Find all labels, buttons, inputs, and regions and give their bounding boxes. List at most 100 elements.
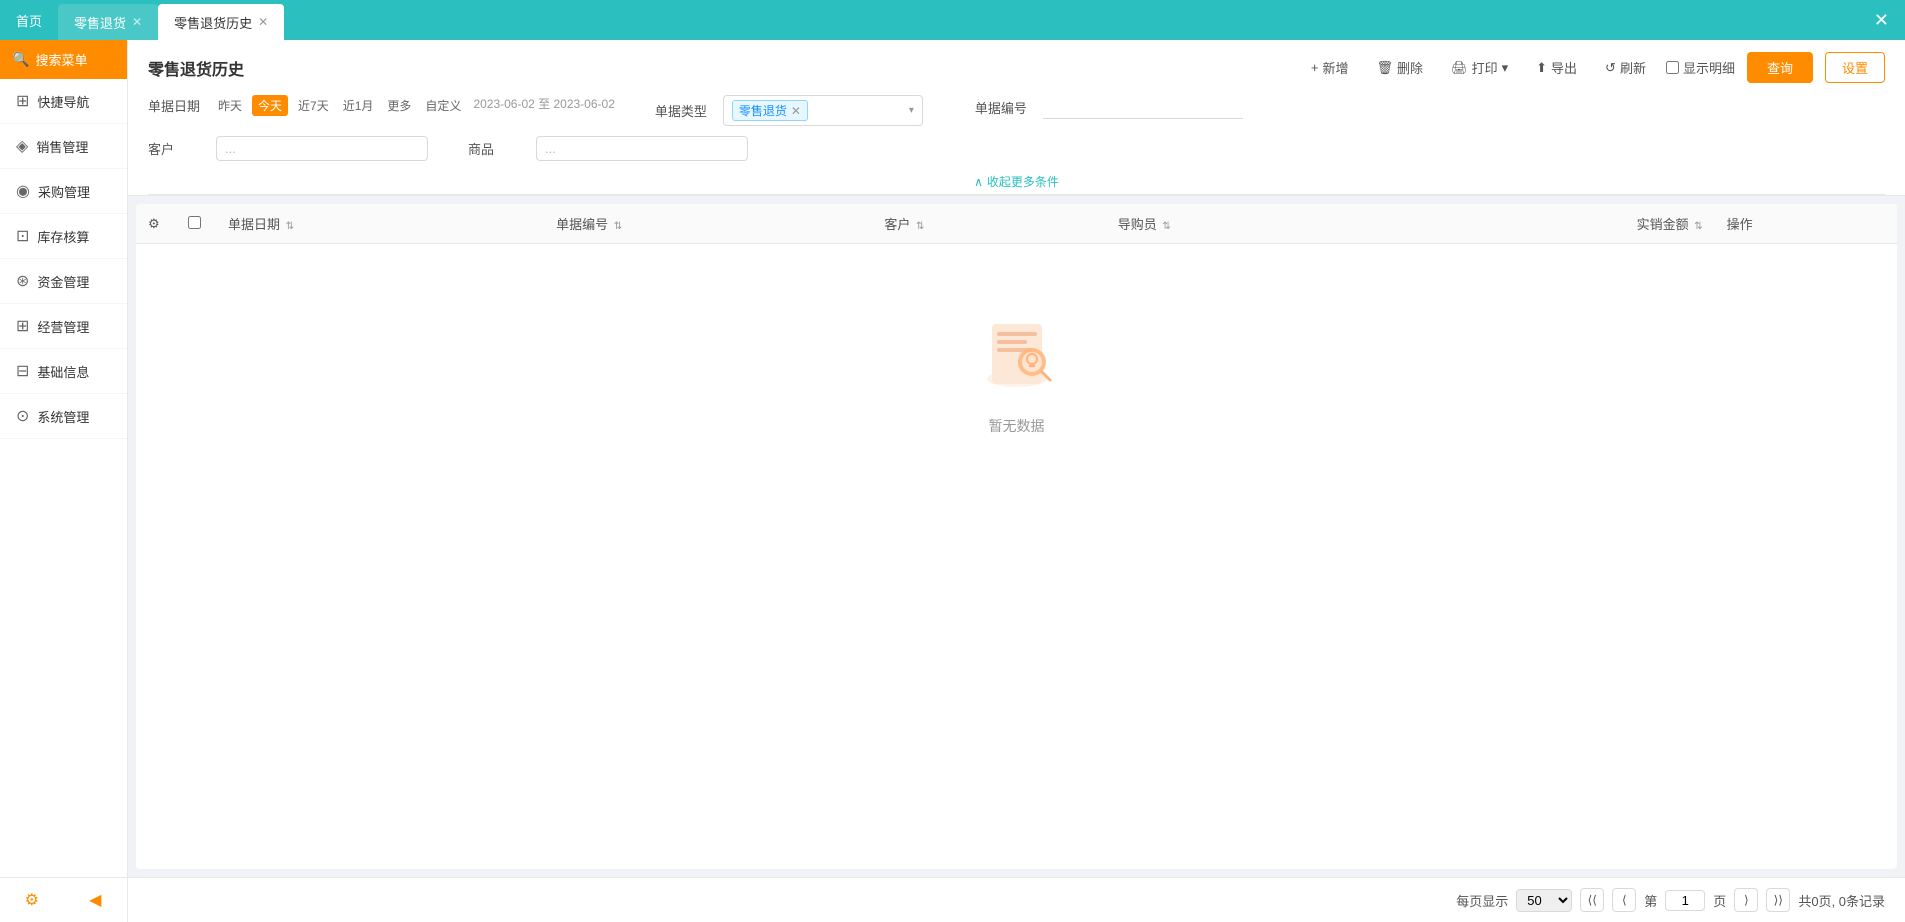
- show-details-checkbox[interactable]: [1666, 61, 1679, 74]
- tab-home[interactable]: 首页: [0, 0, 58, 40]
- collapse-up-icon: ∧: [974, 175, 983, 189]
- print-icon: 🖨: [1451, 60, 1468, 76]
- collapse-label: 收起更多条件: [987, 173, 1059, 190]
- empty-row: 暂无数据: [136, 244, 1897, 497]
- tab-list: 首页 零售退货 ✕ 零售退货历史 ✕: [0, 0, 1858, 40]
- finance-icon: ⊛: [16, 271, 29, 291]
- sidebar-item-finance[interactable]: ⊛ 资金管理: [0, 259, 127, 304]
- refresh-icon: ↺: [1605, 60, 1616, 76]
- th-guide-label: 导购员: [1118, 217, 1157, 232]
- amount-sort-icon: ⇅: [1694, 221, 1702, 232]
- th-amount[interactable]: 实销金额 ⇅: [1386, 204, 1714, 244]
- doc-number-input[interactable]: [1043, 95, 1243, 119]
- query-button[interactable]: 查询: [1747, 52, 1813, 83]
- sidebar-item-purchase[interactable]: ◉ 采购管理: [0, 169, 127, 214]
- settings-button[interactable]: ⚙: [0, 886, 64, 914]
- print-button[interactable]: 🖨 打印 ▾: [1443, 54, 1516, 81]
- new-button[interactable]: + 新增: [1303, 54, 1357, 81]
- date-yesterday[interactable]: 昨天: [214, 95, 246, 116]
- export-button[interactable]: ⬆ 导出: [1528, 54, 1585, 81]
- prev-page-button[interactable]: ⟨: [1612, 888, 1636, 912]
- page-size-select[interactable]: 10 20 50 100: [1516, 889, 1572, 912]
- refresh-button[interactable]: ↺ 刷新: [1597, 54, 1654, 81]
- next-page-button[interactable]: ⟩: [1734, 888, 1758, 912]
- th-doc-number[interactable]: 单据编号 ⇅: [544, 204, 872, 244]
- th-doc-number-label: 单据编号: [556, 217, 608, 232]
- goods-placeholder: ...: [545, 141, 556, 156]
- date-7days[interactable]: 近7天: [294, 95, 333, 116]
- sidebar: 🔍 搜索菜单 ⊞ 快捷导航 ◈ 销售管理 ◉ 采购管理 ⊡ 库存核算 ⊛ 资金管: [0, 40, 128, 922]
- sales-icon: ◈: [16, 136, 28, 156]
- th-amount-label: 实销金额: [1637, 217, 1689, 232]
- date-custom[interactable]: 自定义: [421, 95, 465, 116]
- sidebar-item-quick-nav-label: 快捷导航: [37, 92, 89, 111]
- goods-input[interactable]: ...: [536, 136, 748, 161]
- page-header-top: 零售退货历史 + 新增 🗑 删除 🖨 打印 ▾: [148, 52, 1885, 83]
- tab-retail-return[interactable]: 零售退货 ✕: [58, 4, 158, 40]
- sidebar-item-basic-label: 基础信息: [37, 362, 89, 381]
- date-more[interactable]: 更多: [383, 95, 415, 116]
- collapse-sidebar-button[interactable]: ◀: [64, 886, 128, 914]
- show-details-checkbox-label[interactable]: 显示明细: [1666, 58, 1735, 77]
- doc-date-sort-icon: ⇅: [286, 221, 294, 232]
- sidebar-search[interactable]: 🔍 搜索菜单: [0, 40, 127, 79]
- gear-icon: ⚙: [25, 890, 39, 910]
- sidebar-item-inventory[interactable]: ⊡ 库存核算: [0, 214, 127, 259]
- quick-nav-icon: ⊞: [16, 91, 29, 111]
- last-page-button[interactable]: ⟩⟩: [1766, 888, 1790, 912]
- select-all-checkbox[interactable]: [188, 216, 201, 229]
- sidebar-item-sales[interactable]: ◈ 销售管理: [0, 124, 127, 169]
- sidebar-item-purchase-label: 采购管理: [38, 182, 90, 201]
- header-actions: + 新增 🗑 删除 🖨 打印 ▾ ⬆ 导出: [1303, 52, 1885, 83]
- system-icon: ⊙: [16, 406, 29, 426]
- date-1month[interactable]: 近1月: [339, 95, 378, 116]
- customer-placeholder: ...: [225, 141, 236, 156]
- doc-type-value: 零售退货: [739, 102, 787, 119]
- sidebar-item-system-label: 系统管理: [37, 407, 89, 426]
- goods-label: 商品: [468, 139, 528, 158]
- sidebar-item-finance-label: 资金管理: [37, 272, 89, 291]
- customer-sort-icon: ⇅: [916, 221, 924, 232]
- customer-input[interactable]: ...: [216, 136, 428, 161]
- top-bar: 首页 零售退货 ✕ 零售退货历史 ✕ ✕: [0, 0, 1905, 40]
- th-doc-date[interactable]: 单据日期 ⇅: [216, 204, 544, 244]
- window-close-button[interactable]: ✕: [1858, 10, 1905, 31]
- customer-label: 客户: [148, 139, 208, 158]
- guide-sort-icon: ⇅: [1162, 221, 1170, 232]
- th-guide[interactable]: 导购员 ⇅: [1106, 204, 1387, 244]
- setting-button[interactable]: 设置: [1825, 52, 1885, 83]
- date-today[interactable]: 今天: [252, 95, 288, 116]
- th-actions-label: 操作: [1727, 217, 1753, 232]
- search-icon: 🔍: [12, 51, 29, 68]
- page-number-input[interactable]: [1665, 890, 1705, 911]
- sidebar-item-operations[interactable]: ⊞ 经营管理: [0, 304, 127, 349]
- tab-retail-return-close[interactable]: ✕: [132, 15, 142, 29]
- print-label: 打印: [1472, 58, 1498, 77]
- doc-type-dropdown[interactable]: 零售退货 ✕ ▾: [723, 95, 923, 126]
- doc-type-arrow-icon: ▾: [909, 105, 914, 116]
- delete-button[interactable]: 🗑 删除: [1369, 54, 1432, 81]
- page-title: 零售退货历史: [148, 56, 244, 80]
- first-page-button[interactable]: ⟨⟨: [1580, 888, 1604, 912]
- sidebar-item-quick-nav[interactable]: ⊞ 快捷导航: [0, 79, 127, 124]
- tab-retail-return-history[interactable]: 零售退货历史 ✕: [158, 4, 284, 40]
- collapse-button[interactable]: ∧ 收起更多条件: [148, 169, 1885, 194]
- th-customer-label: 客户: [884, 217, 910, 232]
- tab-retail-return-history-close[interactable]: ✕: [258, 15, 268, 29]
- th-settings[interactable]: ⚙: [136, 204, 176, 244]
- th-customer[interactable]: 客户 ⇅: [872, 204, 1105, 244]
- sidebar-item-basic[interactable]: ⊟ 基础信息: [0, 349, 127, 394]
- th-checkbox[interactable]: [176, 204, 216, 244]
- print-dropdown-icon: ▾: [1502, 60, 1509, 76]
- show-details-label: 显示明细: [1683, 58, 1735, 77]
- doc-type-close-icon[interactable]: ✕: [791, 104, 801, 118]
- sidebar-item-system[interactable]: ⊙ 系统管理: [0, 394, 127, 439]
- th-actions: 操作: [1715, 204, 1897, 244]
- sidebar-menu: ⊞ 快捷导航 ◈ 销售管理 ◉ 采购管理 ⊡ 库存核算 ⊛ 资金管理 ⊞ 经营管…: [0, 79, 127, 877]
- sidebar-bottom: ⚙ ◀: [0, 877, 127, 922]
- operations-icon: ⊞: [16, 316, 29, 336]
- delete-label: 删除: [1397, 58, 1423, 77]
- empty-state: 暂无数据: [136, 244, 1897, 496]
- page-header: 零售退货历史 + 新增 🗑 删除 🖨 打印 ▾: [128, 40, 1905, 196]
- basic-icon: ⊟: [16, 361, 29, 381]
